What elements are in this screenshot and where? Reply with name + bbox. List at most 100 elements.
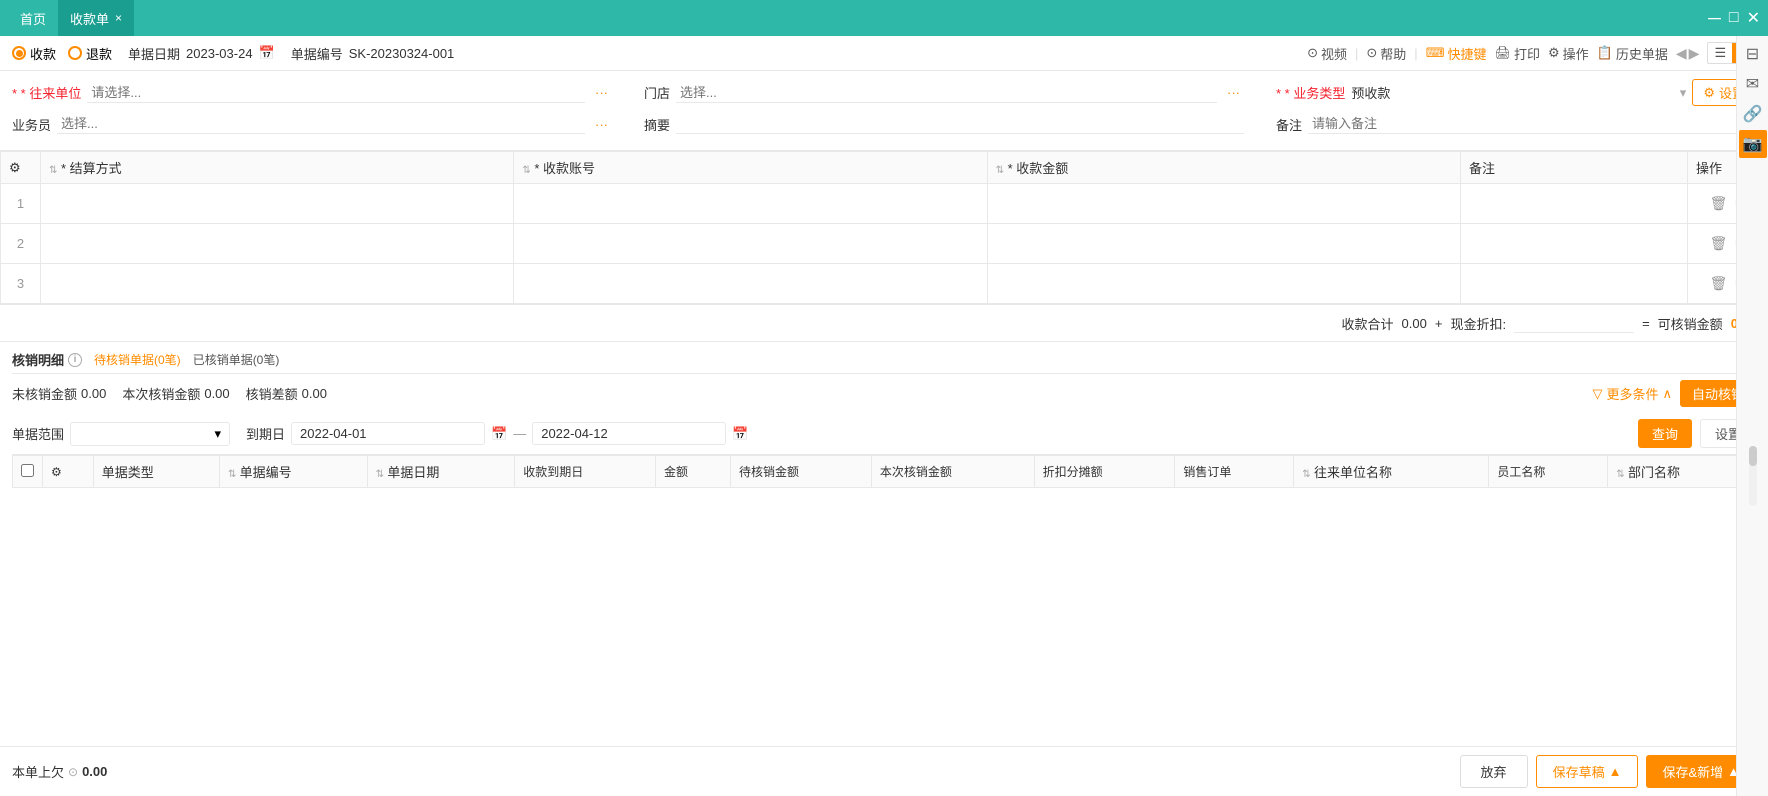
help-btn[interactable]: ⊙ 帮助 (1366, 44, 1406, 63)
calendar-icon[interactable]: 📅 (259, 45, 275, 61)
range-label: 单据范围 (12, 424, 64, 443)
nav-prev-icon[interactable]: ◀ (1676, 45, 1687, 62)
more-filter-btn[interactable]: ▽ 更多条件 ∧ (1592, 384, 1672, 403)
delete-row-1-icon[interactable]: 🗑 (1710, 195, 1728, 212)
settlement-cell-3[interactable] (41, 264, 514, 304)
toolbar-right: ⊙ 视频 | ⊙ 帮助 | ⌨ 快捷键 🖨 打印 ⚙ 操作 📋 (1307, 42, 1756, 64)
delete-row-2-icon[interactable]: 🗑 (1710, 235, 1728, 252)
video-btn[interactable]: ⊙ 视频 (1307, 44, 1347, 63)
action-btn[interactable]: ⚙ 操作 (1548, 44, 1589, 63)
abandon-btn[interactable]: 放弃 (1460, 755, 1528, 788)
row-index-1: 1 (1, 184, 41, 224)
summary-input[interactable] (676, 114, 1244, 134)
nav-tab-receipt[interactable]: 收款单 × (58, 0, 134, 36)
select-all-checkbox[interactable] (21, 464, 34, 477)
radio-refund-dot (68, 46, 82, 60)
docnum-field: 单据编号 SK-20230324-001 (291, 44, 455, 63)
sidebar-table-icon[interactable]: ⊟ (1739, 40, 1767, 68)
counterparty-input[interactable] (87, 83, 585, 103)
footer-info: 本单上欠 ⊙ 0.00 (12, 762, 107, 781)
total-value: 0.00 (1402, 316, 1427, 331)
footer-bar: 本单上欠 ⊙ 0.00 放弃 保存草稿 ▲ 保存&新增 ▲ (0, 746, 1768, 796)
settings-gear-icon: ⚙ (1703, 85, 1715, 101)
gear-col-header-2[interactable]: ⚙ (43, 456, 94, 488)
notes-cell-3[interactable] (1460, 264, 1687, 304)
type-col-header: 单据类型 (93, 456, 219, 488)
account-sort-icon[interactable]: ⇅ (522, 165, 530, 176)
save-draft-btn[interactable]: 保存草稿 ▲ (1536, 755, 1639, 788)
radio-refund[interactable]: 退款 (68, 44, 112, 63)
calendar-to-icon[interactable]: 📅 (732, 426, 748, 442)
top-nav: 首页 收款单 × ─ □ ✕ (0, 0, 1768, 36)
shortcut-btn[interactable]: ⌨ 快捷键 (1426, 44, 1487, 63)
nav-home[interactable]: 首页 (8, 9, 58, 28)
salesperson-more-btn[interactable]: ··· (591, 117, 612, 132)
notes-input[interactable] (1308, 114, 1756, 134)
account-col-header: ⇅ * 收款账号 (514, 152, 987, 184)
radio-receipt[interactable]: 收款 (12, 44, 56, 63)
calendar-from-icon[interactable]: 📅 (491, 426, 507, 442)
close-tab-icon[interactable]: × (115, 11, 122, 25)
right-sidebar: ⊟ ✉ 🔗 📷 (1736, 36, 1768, 796)
done-tab[interactable]: 已核销单据(0笔) (193, 351, 280, 368)
amount-cell-3[interactable] (987, 264, 1460, 304)
window-close-icon[interactable]: ✕ (1747, 8, 1760, 28)
range-select[interactable]: ▾ (70, 422, 230, 446)
net-label: 可核销金额 (1658, 314, 1723, 333)
settlement-cell-2[interactable] (41, 224, 514, 264)
counterparty-more-btn[interactable]: ··· (591, 85, 612, 100)
amount-cell-1[interactable] (987, 184, 1460, 224)
account-cell-3[interactable] (514, 264, 987, 304)
business-type-dropdown-icon[interactable]: ▾ (1680, 85, 1687, 101)
account-cell-2[interactable] (514, 224, 987, 264)
store-more-btn[interactable]: ··· (1223, 85, 1244, 100)
verify-info-icon[interactable]: i (68, 353, 82, 367)
scrollbar-thumb (1749, 446, 1757, 466)
discount-label: 现金折扣: (1450, 314, 1506, 333)
discount-input[interactable] (1514, 313, 1634, 333)
account-cell-1[interactable] (514, 184, 987, 224)
current-verify-stat: 本次核销金额 0.00 (122, 384, 229, 403)
sidebar-camera-icon[interactable]: 📷 (1739, 130, 1767, 158)
salesperson-input[interactable] (57, 114, 585, 134)
settlement-sort-icon[interactable]: ⇅ (49, 165, 57, 176)
verify-stats-right: ▽ 更多条件 ∧ 自动核销 (1592, 380, 1756, 407)
print-btn[interactable]: 🖨 打印 (1494, 44, 1540, 63)
nav-next-icon[interactable]: ▶ (1689, 45, 1700, 62)
layout-list-btn[interactable]: ☰ (1708, 43, 1732, 63)
nav-arrows: ◀ ▶ (1676, 45, 1700, 62)
scrollbar[interactable] (1749, 446, 1757, 506)
gear-col-header[interactable]: ⚙ (1, 152, 41, 184)
footer-info-icon[interactable]: ⊙ (68, 765, 78, 779)
store-input[interactable] (676, 83, 1217, 103)
draft-dropdown-icon[interactable]: ▲ (1609, 764, 1622, 779)
amount-cell-2[interactable] (987, 224, 1460, 264)
current-verify-label: 本次核销金额 (122, 384, 200, 403)
salesperson-field: 业务员 ··· (12, 114, 612, 134)
radio-group: 收款 退款 (12, 44, 112, 63)
table-section: ⚙ ⇅ * 结算方式 ⇅ * 收款账号 ⇅ * 收款金额 备注 (0, 151, 1768, 305)
sidebar-mail-icon[interactable]: ✉ (1739, 70, 1767, 98)
date-from-input[interactable] (291, 422, 485, 445)
notes-cell-1[interactable] (1460, 184, 1687, 224)
counterparty-field: * 往来单位 ··· (12, 83, 612, 103)
history-icon: 📋 (1597, 45, 1613, 61)
delete-row-3-icon[interactable]: 🗑 (1710, 275, 1728, 292)
pending-tab[interactable]: 待核销单据(0笔) (94, 351, 181, 368)
date-range-separator: — (513, 426, 526, 441)
equals-symbol: = (1642, 316, 1650, 331)
table-header-row: ⚙ ⇅ * 结算方式 ⇅ * 收款账号 ⇅ * 收款金额 备注 (1, 152, 1768, 184)
query-btn[interactable]: 查询 (1638, 419, 1692, 448)
date-to-input[interactable] (532, 422, 726, 445)
date-field: 单据日期 2023-03-24 📅 (128, 44, 275, 63)
notes-cell-2[interactable] (1460, 224, 1687, 264)
diff-value: 0.00 (302, 386, 327, 401)
notes-col-header: 备注 (1460, 152, 1687, 184)
history-btn[interactable]: 📋 历史单据 (1597, 44, 1668, 63)
sidebar-link-icon[interactable]: 🔗 (1739, 100, 1767, 128)
window-restore-icon[interactable]: □ (1729, 9, 1739, 27)
window-min-icon[interactable]: ─ (1708, 8, 1721, 29)
settlement-cell-1[interactable] (41, 184, 514, 224)
amount-sort-icon[interactable]: ⇅ (996, 165, 1004, 176)
summary-label: 摘要 (644, 115, 670, 134)
